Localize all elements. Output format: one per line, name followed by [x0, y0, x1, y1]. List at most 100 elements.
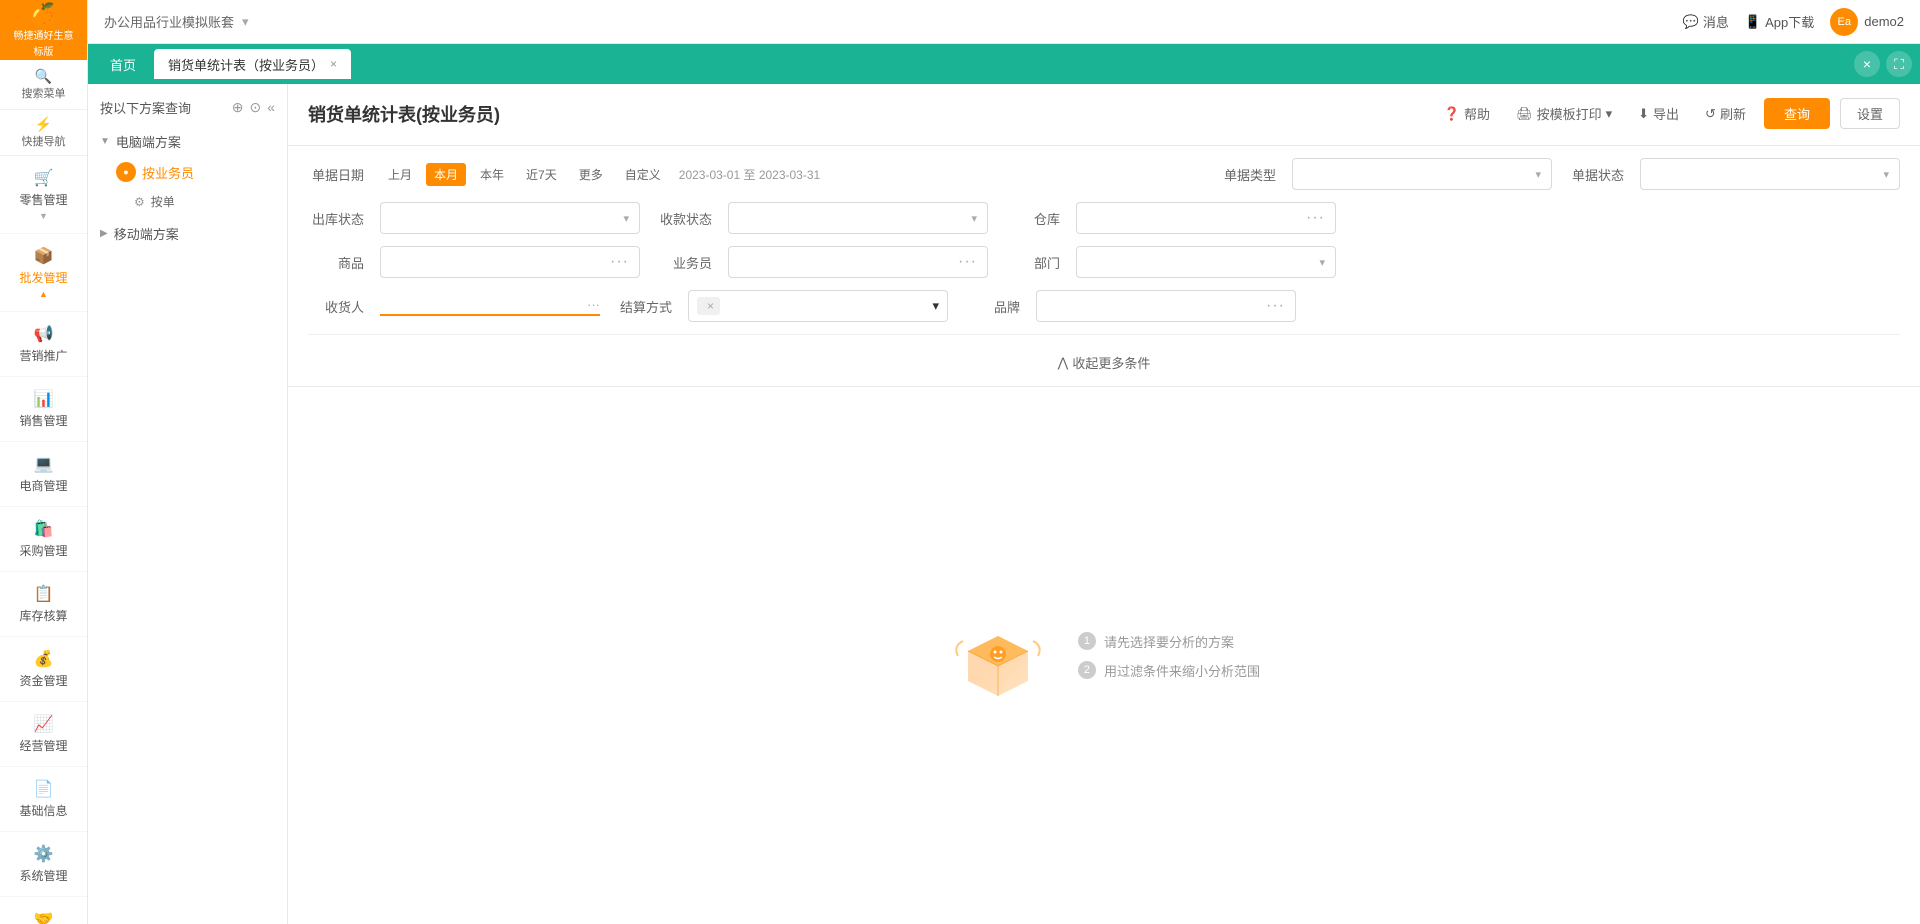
goods-select[interactable]: ··· — [380, 246, 640, 278]
system-icon: ⚙️ — [34, 844, 54, 864]
sub-plan-gear-icon: ⚙ — [134, 195, 145, 209]
sidebar-inventory-label: 库存核算 — [19, 607, 67, 624]
topbar: 办公用品行业模拟账套 ▾ 💬 消息 📱 App下载 Ea demo2 — [88, 0, 1920, 44]
sidebar-item-wholesale[interactable]: 📦 批发管理 ▲ — [0, 234, 87, 312]
sidebar-item-ecommerce[interactable]: 💻 电商管理 — [0, 442, 87, 507]
collapse-btn[interactable]: ⋀ 收起更多条件 — [308, 347, 1900, 378]
payment-status-select[interactable]: ▾ — [728, 202, 988, 234]
doc-type-select[interactable]: ▾ — [1292, 158, 1552, 190]
sidebar-basicinfo-label: 基础信息 — [19, 802, 67, 819]
warehouse-select[interactable]: ··· — [1076, 202, 1336, 234]
app-download-btn[interactable]: 📱 App下载 — [1745, 12, 1814, 31]
date-shortcut-more[interactable]: 更多 — [571, 163, 611, 186]
sub-plan-item-by-order[interactable]: ⚙ 按单 — [88, 188, 287, 215]
settlement-label: 结算方式 — [616, 297, 672, 316]
export-label: 导出 — [1653, 104, 1679, 123]
export-icon: ⬇ — [1638, 106, 1649, 122]
right-panel: 销货单统计表(按业务员) ❓ 帮助 🖨 按模板打印 ▾ ⬇ — [288, 84, 1920, 924]
sidebar-item-shortcut[interactable]: ⚡ 快捷导航 — [0, 110, 87, 156]
out-status-select[interactable]: ▾ — [380, 202, 640, 234]
refresh-icon: ↺ — [1705, 106, 1716, 122]
expand-triangle: ▼ — [100, 136, 110, 147]
left-panel-icons: ⊕ ⊙ « — [232, 99, 275, 116]
left-panel-title: 按以下方案查询 — [100, 98, 191, 117]
tab-close-btn[interactable]: × — [1854, 51, 1880, 77]
filter-area: 单据日期 上月 本月 本年 近7天 更多 自定义 2023-03-01 至 20… — [288, 146, 1920, 387]
warehouse-label: 仓库 — [1004, 209, 1060, 228]
query-btn[interactable]: 查询 — [1764, 98, 1830, 129]
edit-plan-icon[interactable]: ⊙ — [249, 99, 261, 116]
wholesale-arrow: ▲ — [39, 289, 48, 299]
payment-status-label: 收款状态 — [656, 209, 712, 228]
settlement-field: × ▾ — [688, 290, 948, 322]
refresh-btn[interactable]: ↺ 刷新 — [1697, 100, 1754, 127]
download-icon: 📱 — [1745, 14, 1761, 30]
department-select[interactable]: ▾ — [1076, 246, 1336, 278]
sidebar-item-sales[interactable]: 📊 销售管理 — [0, 377, 87, 442]
date-shortcut-this-month[interactable]: 本月 — [426, 163, 466, 186]
retail-icon: 🛒 — [34, 168, 54, 188]
settings-btn[interactable]: 设置 — [1840, 98, 1900, 129]
empty-illustration — [948, 606, 1048, 706]
sidebar-item-basicinfo[interactable]: 📄 基础信息 — [0, 767, 87, 832]
content: 按以下方案查询 ⊕ ⊙ « ▼ 电脑端方案 ● 按业务员 ⚙ 按 — [88, 84, 1920, 924]
sidebar-item-operations[interactable]: 📈 经营管理 — [0, 702, 87, 767]
topbar-left: 办公用品行业模拟账套 ▾ — [104, 12, 249, 31]
workspace-dropdown-icon[interactable]: ▾ — [242, 14, 249, 30]
message-btn[interactable]: 💬 消息 — [1683, 12, 1729, 31]
plan-group-mobile-label: 移动端方案 — [114, 224, 179, 243]
consignee-dots[interactable]: ··· — [587, 297, 600, 312]
sidebar-item-collab[interactable]: 🤝 企业协同 — [0, 897, 87, 924]
sidebar-item-finance[interactable]: 💰 资金管理 — [0, 637, 87, 702]
sidebar-item-purchase[interactable]: 🛍️ 采购管理 — [0, 507, 87, 572]
tab-sales-stats-label: 销货单统计表（按业务员） — [168, 55, 324, 74]
date-shortcut-7days[interactable]: 近7天 — [518, 163, 565, 186]
salesperson-select[interactable]: ··· — [728, 246, 988, 278]
user-info[interactable]: Ea demo2 — [1830, 8, 1904, 36]
filter-row-goods: 商品 ··· 业务员 ··· 部门 ▾ — [308, 246, 1900, 278]
print-label: 按模板打印 — [1537, 104, 1602, 123]
consignee-input[interactable] — [380, 297, 587, 312]
empty-state-content: 1 请先选择要分析的方案 2 用过滤条件来缩小分析范围 — [948, 606, 1260, 706]
plan-item-by-salesperson[interactable]: ● 按业务员 — [88, 156, 287, 188]
tab-fullscreen-btn[interactable]: ⛶ — [1886, 51, 1912, 77]
add-plan-icon[interactable]: ⊕ — [232, 99, 244, 116]
brand-select[interactable]: ··· — [1036, 290, 1296, 322]
message-icon: 💬 — [1683, 14, 1699, 30]
export-btn[interactable]: ⬇ 导出 — [1630, 100, 1687, 127]
plan-group-mobile-header[interactable]: ▶ 移动端方案 — [88, 219, 287, 248]
goods-label: 商品 — [308, 253, 364, 272]
sidebar-item-inventory[interactable]: 📋 库存核算 — [0, 572, 87, 637]
date-shortcut-this-year[interactable]: 本年 — [472, 163, 512, 186]
print-dropdown-icon: ▾ — [1606, 106, 1613, 122]
tip-num-1: 1 — [1078, 632, 1096, 650]
print-template-btn[interactable]: 🖨 按模板打印 ▾ — [1508, 100, 1620, 127]
date-shortcut-last-month[interactable]: 上月 — [380, 163, 420, 186]
consignee-label: 收货人 — [308, 297, 364, 316]
date-shortcut-custom[interactable]: 自定义 — [617, 163, 669, 186]
plan-salesperson-label: 按业务员 — [142, 163, 194, 182]
plan-group-desktop: ▼ 电脑端方案 ● 按业务员 ⚙ 按单 — [88, 125, 287, 217]
sidebar-item-retail[interactable]: 🛒 零售管理 ▼ — [0, 156, 87, 234]
warehouse-dots: ··· — [1306, 209, 1325, 227]
doc-status-select[interactable]: ▾ — [1640, 158, 1900, 190]
filter-row-consignee: 收货人 ··· 结算方式 × ▾ 品牌 — [308, 290, 1900, 322]
settlement-chevron[interactable]: ▾ — [932, 298, 939, 314]
sidebar-item-system[interactable]: ⚙️ 系统管理 — [0, 832, 87, 897]
operations-icon: 📈 — [34, 714, 54, 734]
collapse-panel-icon[interactable]: « — [267, 99, 275, 116]
refresh-label: 刷新 — [1720, 104, 1746, 123]
active-plan-indicator: ● — [116, 162, 136, 182]
page-actions: ❓ 帮助 🖨 按模板打印 ▾ ⬇ 导出 ↺ — [1436, 98, 1900, 129]
tab-close-icon[interactable]: × — [330, 57, 337, 71]
plan-group-desktop-header[interactable]: ▼ 电脑端方案 — [88, 127, 287, 156]
tab-home-label: 首页 — [110, 55, 136, 74]
sidebar-item-search[interactable]: 🔍 搜索菜单 — [0, 60, 87, 110]
tab-sales-stats[interactable]: 销货单统计表（按业务员） × — [154, 49, 351, 79]
tab-home[interactable]: 首页 — [96, 49, 150, 79]
sidebar-wholesale-label: 批发管理 — [19, 269, 67, 286]
sidebar-search-label: 搜索菜单 — [10, 85, 77, 101]
help-btn[interactable]: ❓ 帮助 — [1436, 100, 1498, 127]
sidebar-item-marketing[interactable]: 📢 营销推广 — [0, 312, 87, 377]
settlement-clear-icon[interactable]: × — [707, 299, 714, 313]
